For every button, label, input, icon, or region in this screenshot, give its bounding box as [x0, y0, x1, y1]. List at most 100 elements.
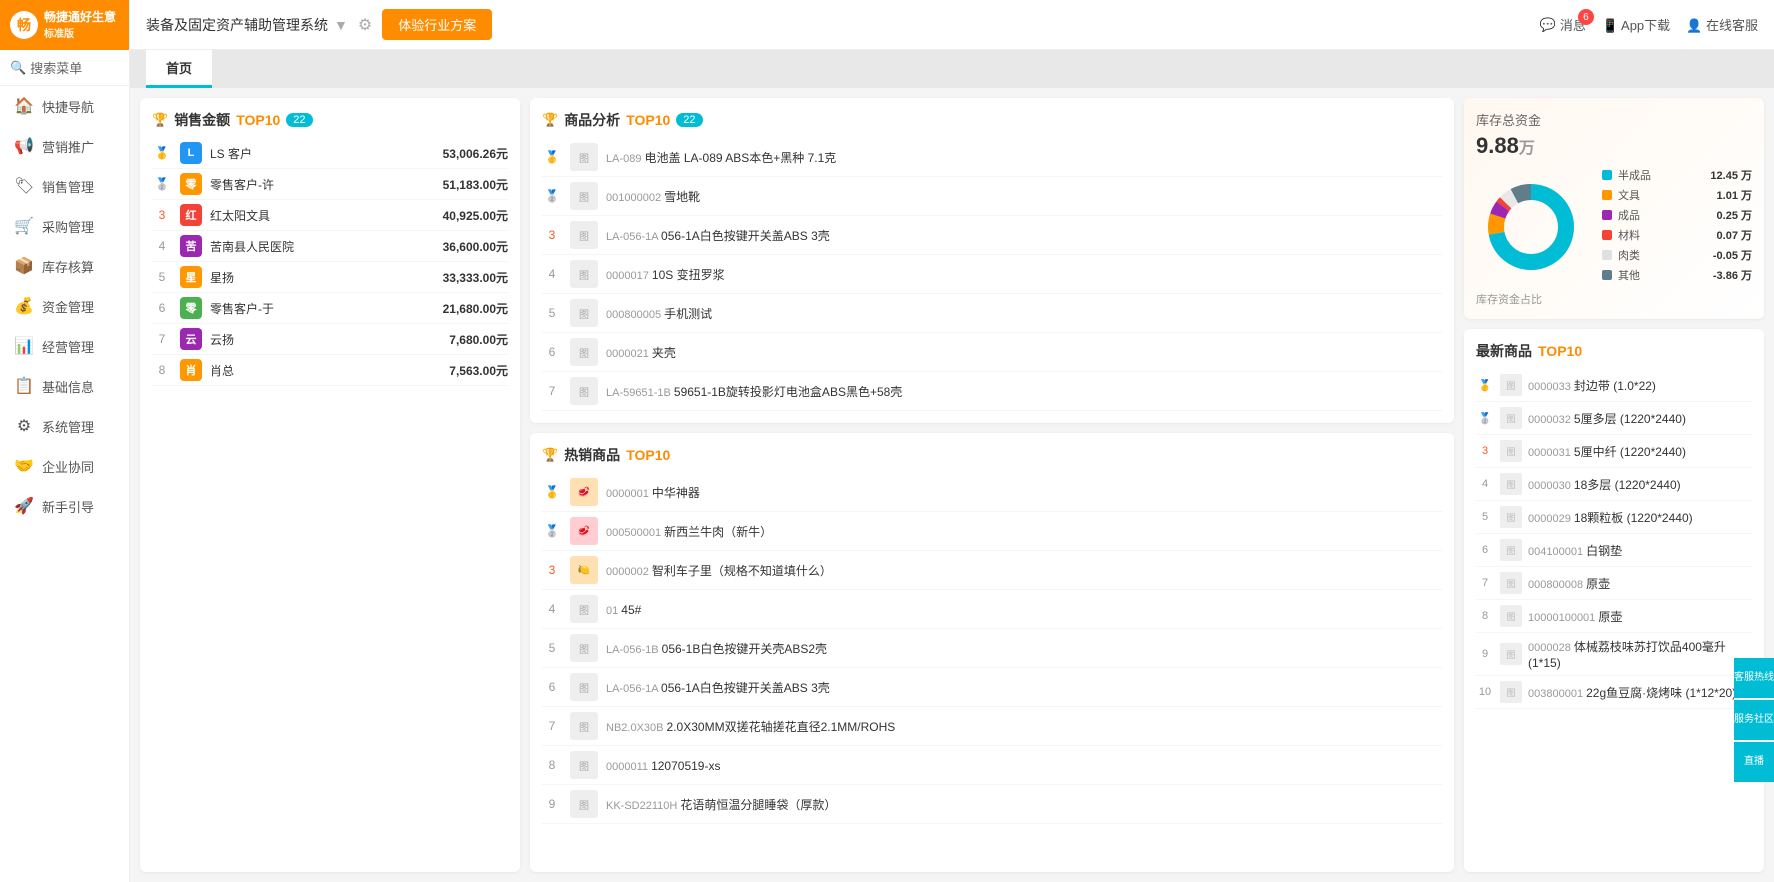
product-info-7: LA-59651-1B 59651-1B旋转投影灯电池盒ABS黑色+58壳	[606, 383, 1442, 400]
customer-name-7: 云扬	[210, 331, 441, 348]
rank-1: 🥇	[542, 150, 562, 164]
hot-product-row: 7 图 NB2.0X30B 2.0X30MM双搓花轴搓花直径2.1MM/ROHS	[542, 707, 1442, 746]
legend-item-4: 材料 0.07 万	[1602, 227, 1752, 243]
product-info-6: 0000021 夹壳	[606, 344, 1442, 361]
hot-product-img-6: 图	[570, 673, 598, 701]
product-code-5: 000800005	[606, 309, 664, 321]
tab-home[interactable]: 首页	[146, 50, 212, 88]
sidebar-item-inventory[interactable]: 📦 库存核算	[0, 246, 129, 286]
hot-product-row: 4 图 01 45#	[542, 590, 1442, 629]
product-code-3: LA-056-1A	[606, 231, 661, 243]
sidebar-item-guide[interactable]: 🚀 新手引导	[0, 486, 129, 526]
product-code-7: LA-59651-1B	[606, 387, 674, 399]
latest-info-7: 000800008 原壶	[1528, 575, 1752, 592]
sidebar-item-marketing[interactable]: 📢 营销推广	[0, 126, 129, 166]
latest-products-card: 最新商品 TOP10 🥇 图 0000033 封边带 (1.0*22) 🥈	[1464, 329, 1764, 872]
latest-rank-3: 3	[1476, 445, 1494, 457]
search-icon: 🔍	[10, 60, 26, 76]
latest-info-3: 0000031 5厘中纤 (1220*2440)	[1528, 443, 1752, 460]
customer-badge-8: 肖	[180, 359, 202, 381]
sidebar-item-system[interactable]: ⚙ 系统管理	[0, 406, 129, 446]
customer-row: 🥈 零 零售客户-许 51,183.00元	[152, 169, 508, 200]
rank-2: 🥈	[542, 189, 562, 203]
hot-product-info-5: LA-056-1B 056-1B白色按键开关壳ABS2壳	[606, 640, 1442, 657]
search-menu-button[interactable]: 🔍 搜索菜单	[10, 58, 119, 77]
legend-dot-6	[1602, 270, 1612, 280]
sidebar-item-quick-nav[interactable]: 🏠 快捷导航	[0, 86, 129, 126]
sidebar-item-basic-info[interactable]: 📋 基础信息	[0, 366, 129, 406]
latest-img-4: 图	[1500, 473, 1522, 495]
rank-icon-2: 🥈	[152, 177, 172, 191]
sidebar-item-label: 企业协同	[42, 457, 94, 476]
hot-product-info-8: 0000011 12070519-xs	[606, 758, 1442, 773]
customer-count-badge: 22	[286, 113, 312, 127]
product-img-6: 图	[570, 338, 598, 366]
hot-product-row: 8 图 0000011 12070519-xs	[542, 746, 1442, 785]
customer-name-4: 苦南县人民医院	[210, 238, 435, 255]
rank-icon-1: 🥇	[152, 146, 172, 160]
rank-num-3: 3	[152, 208, 172, 222]
sidebar-item-operations[interactable]: 📊 经营管理	[0, 326, 129, 366]
customer-amount-6: 21,680.00元	[443, 300, 508, 317]
trial-button[interactable]: 体验行业方案	[382, 9, 492, 40]
product-code-4: 0000017	[606, 270, 652, 282]
latest-row: 🥇 图 0000033 封边带 (1.0*22)	[1476, 369, 1752, 402]
rank-6: 6	[542, 345, 562, 359]
sidebar-item-purchase[interactable]: 🛒 采购管理	[0, 206, 129, 246]
customer-amount-1: 53,006.26元	[443, 145, 508, 162]
product-img-4: 图	[570, 260, 598, 288]
product-row: 🥈 图 001000002 雪地靴	[542, 177, 1442, 216]
sidebar-item-finance[interactable]: 💰 资金管理	[0, 286, 129, 326]
hot-rank-1: 🥇	[542, 485, 562, 499]
product-img-1: 图	[570, 143, 598, 171]
customer-badge-4: 苦	[180, 235, 202, 257]
sidebar-item-cooperation[interactable]: 🤝 企业协同	[0, 446, 129, 486]
hot-product-img-4: 图	[570, 595, 598, 623]
customer-name-3: 红太阳文具	[210, 207, 435, 224]
rank-5: 5	[542, 306, 562, 320]
latest-info-5: 0000029 18颗粒板 (1220*2440)	[1528, 509, 1752, 526]
sidebar-search-area[interactable]: 🔍 搜索菜单	[0, 50, 129, 86]
latest-img-10: 图	[1500, 681, 1522, 703]
app-download-btn[interactable]: 📱 App下载	[1602, 15, 1670, 34]
customer-badge-5: 星	[180, 266, 202, 288]
hot-product-img-2: 🥩	[570, 517, 598, 545]
panel-left: 🏆 销售金额 TOP10 22 🥇 L LS 客户 53,006.26元 🥈	[140, 98, 520, 872]
customer-row: 3 红 红太阳文具 40,925.00元	[152, 200, 508, 231]
latest-rank-4: 4	[1476, 478, 1494, 490]
sidebar-nav: 🏠 快捷导航 📢 营销推广 🏷 销售管理 🛒 采购管理 📦 库存核算 💰 资金管…	[0, 86, 129, 882]
latest-rank-6: 6	[1476, 544, 1494, 556]
latest-img-7: 图	[1500, 572, 1522, 594]
latest-img-8: 图	[1500, 605, 1522, 627]
dropdown-icon[interactable]: ▼	[334, 17, 348, 33]
latest-products-list: 🥇 图 0000033 封边带 (1.0*22) 🥈 图 0000032 5厘多…	[1476, 369, 1752, 709]
top-customers-top10: TOP10	[236, 112, 280, 128]
message-btn[interactable]: 💬 消息 6	[1540, 15, 1586, 34]
latest-img-2: 图	[1500, 407, 1522, 429]
sidebar-item-label: 库存核算	[42, 257, 94, 276]
online-service-btn[interactable]: 👤 在线客服	[1686, 15, 1758, 34]
latest-row: 9 图 0000028 体械荔枝味苏打饮品400毫升 (1*15)	[1476, 633, 1752, 676]
logo-name: 畅捷通好生意	[44, 10, 116, 24]
message-badge: 6	[1578, 9, 1594, 25]
customer-badge-2: 零	[180, 173, 202, 195]
inventory-amount: 9.88	[1476, 133, 1519, 158]
hot-product-row: 9 图 KK-SD22110H 花语萌恒温分腿睡袋（厚款）	[542, 785, 1442, 824]
hot-product-img-1: 🥩	[570, 478, 598, 506]
legend-dot-2	[1602, 190, 1612, 200]
hot-products-header: 🏆 热销商品 TOP10	[542, 445, 1442, 465]
customer-name-5: 星扬	[210, 269, 435, 286]
top-products-sales-card: 🏆 商品分析 TOP10 22 🥇 图 LA-089 电池盖 LA-089 AB…	[530, 98, 1454, 423]
latest-rank-10: 10	[1476, 686, 1494, 698]
floating-btn-live[interactable]: 直播	[1734, 742, 1774, 782]
customer-name-1: LS 客户	[210, 145, 435, 162]
settings-icon[interactable]: ⚙	[358, 15, 372, 35]
sidebar-item-label: 经营管理	[42, 337, 94, 356]
floating-btn-community[interactable]: 服务社区	[1734, 700, 1774, 740]
product-row: 🥇 图 LA-089 电池盖 LA-089 ABS本色+黑种 7.1克	[542, 138, 1442, 177]
sidebar-item-label: 系统管理	[42, 417, 94, 436]
sidebar-item-sales[interactable]: 🏷 销售管理	[0, 166, 129, 206]
customer-amount-8: 7,563.00元	[449, 362, 508, 379]
floating-btn-service[interactable]: 客服热线	[1734, 658, 1774, 698]
legend-item-5: 肉类 -0.05 万	[1602, 247, 1752, 263]
